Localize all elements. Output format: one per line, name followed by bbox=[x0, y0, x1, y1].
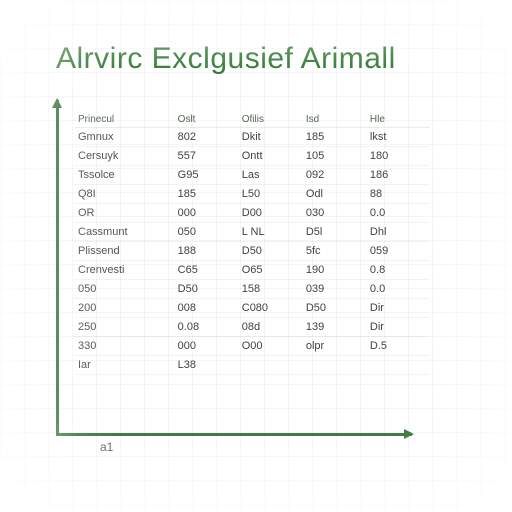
table-row: IarL38 bbox=[74, 356, 430, 375]
table-header-row: Prinecul Oslt Ofilis Isd Hle bbox=[74, 112, 430, 128]
table-header: Prinecul Oslt Ofilis Isd Hle bbox=[74, 112, 430, 128]
table-cell: Cassmunt bbox=[74, 223, 174, 242]
table-cell: D50 bbox=[302, 299, 366, 318]
table-cell: 0.0 bbox=[366, 280, 430, 299]
table-row: Gmnux802Dkit185lkst bbox=[74, 128, 430, 147]
table-cell: 5fc bbox=[302, 242, 366, 261]
table-cell: 185 bbox=[174, 185, 238, 204]
table-row: CrenvestiC65O651900.8 bbox=[74, 261, 430, 280]
table-cell: 180 bbox=[366, 147, 430, 166]
table-row: 330000O00olprD.5 bbox=[74, 337, 430, 356]
table-cell: 0.8 bbox=[366, 261, 430, 280]
table-cell: D00 bbox=[238, 204, 302, 223]
table-cell: Ontt bbox=[238, 147, 302, 166]
table-cell: Crenvesti bbox=[74, 261, 174, 280]
table-cell: Gmnux bbox=[74, 128, 174, 147]
table-cell: 186 bbox=[366, 166, 430, 185]
table-cell: 000 bbox=[174, 204, 238, 223]
table-cell: C080 bbox=[238, 299, 302, 318]
table-row: 200008C080D50Dir bbox=[74, 299, 430, 318]
data-table-wrap: Prinecul Oslt Ofilis Isd Hle Gmnux802Dki… bbox=[74, 112, 430, 375]
col-0: Prinecul bbox=[74, 112, 174, 128]
table-cell: 105 bbox=[302, 147, 366, 166]
col-4: Hle bbox=[366, 112, 430, 128]
table-cell: 08d bbox=[238, 318, 302, 337]
table-cell: 158 bbox=[238, 280, 302, 299]
page: Alrvirc Exclgusief Arimall a1 Prinecul O… bbox=[0, 0, 512, 512]
col-1: Oslt bbox=[174, 112, 238, 128]
table-cell: Q8I bbox=[74, 185, 174, 204]
table-row: Cersuyk557Ontt105180 bbox=[74, 147, 430, 166]
table-cell: olpr bbox=[302, 337, 366, 356]
table-cell: 88 bbox=[366, 185, 430, 204]
table-cell: Tssolce bbox=[74, 166, 174, 185]
table-row: Plissend188D505fc059 bbox=[74, 242, 430, 261]
table-row: TssolceG95Las092186 bbox=[74, 166, 430, 185]
table-cell: Dhl bbox=[366, 223, 430, 242]
col-3: Isd bbox=[302, 112, 366, 128]
table-cell: 059 bbox=[366, 242, 430, 261]
table-cell: 190 bbox=[302, 261, 366, 280]
table-cell: 188 bbox=[174, 242, 238, 261]
table-cell: 039 bbox=[302, 280, 366, 299]
table-cell: 139 bbox=[302, 318, 366, 337]
data-table: Prinecul Oslt Ofilis Isd Hle Gmnux802Dki… bbox=[74, 112, 430, 375]
table-row: 2500.0808d139Dir bbox=[74, 318, 430, 337]
table-cell: Cersuyk bbox=[74, 147, 174, 166]
table-cell: L NL bbox=[238, 223, 302, 242]
table-cell: Las bbox=[238, 166, 302, 185]
table-cell: G95 bbox=[174, 166, 238, 185]
table-cell: Plissend bbox=[74, 242, 174, 261]
table-cell: 185 bbox=[302, 128, 366, 147]
table-cell: lkst bbox=[366, 128, 430, 147]
table-cell: 050 bbox=[74, 280, 174, 299]
table-cell: D50 bbox=[174, 280, 238, 299]
table-cell: D.5 bbox=[366, 337, 430, 356]
table-cell bbox=[238, 356, 302, 375]
table-cell: Odl bbox=[302, 185, 366, 204]
table-cell: 0.0 bbox=[366, 204, 430, 223]
table-row: Cassmunt050L NLD5lDhl bbox=[74, 223, 430, 242]
table-cell: O65 bbox=[238, 261, 302, 280]
table-row: OR000D000300.0 bbox=[74, 204, 430, 223]
table-cell: 557 bbox=[174, 147, 238, 166]
table-cell: 200 bbox=[74, 299, 174, 318]
y-axis bbox=[56, 100, 59, 436]
table-cell: 0.08 bbox=[174, 318, 238, 337]
table-cell: C65 bbox=[174, 261, 238, 280]
table-cell: Dkit bbox=[238, 128, 302, 147]
table-cell: 330 bbox=[74, 337, 174, 356]
table-cell: O00 bbox=[238, 337, 302, 356]
table-cell: L38 bbox=[174, 356, 238, 375]
table-cell: 030 bbox=[302, 204, 366, 223]
table-cell: 092 bbox=[302, 166, 366, 185]
table-cell: Dir bbox=[366, 318, 430, 337]
table-cell: Dir bbox=[366, 299, 430, 318]
table-row: 050D501580390.0 bbox=[74, 280, 430, 299]
table-cell: D50 bbox=[238, 242, 302, 261]
table-cell: L50 bbox=[238, 185, 302, 204]
table-cell: 000 bbox=[174, 337, 238, 356]
table-cell: 802 bbox=[174, 128, 238, 147]
col-2: Ofilis bbox=[238, 112, 302, 128]
table-row: Q8I185L50Odl88 bbox=[74, 185, 430, 204]
table-cell: 050 bbox=[174, 223, 238, 242]
table-cell: OR bbox=[74, 204, 174, 223]
table-cell bbox=[366, 356, 430, 375]
page-title: Alrvirc Exclgusief Arimall bbox=[56, 42, 396, 76]
table-body: Gmnux802Dkit185lkstCersuyk557Ontt105180T… bbox=[74, 128, 430, 375]
table-cell: D5l bbox=[302, 223, 366, 242]
table-cell: 008 bbox=[174, 299, 238, 318]
x-axis bbox=[56, 433, 412, 436]
table-cell bbox=[302, 356, 366, 375]
table-cell: 250 bbox=[74, 318, 174, 337]
table-cell: Iar bbox=[74, 356, 174, 375]
origin-label: a1 bbox=[100, 440, 113, 454]
